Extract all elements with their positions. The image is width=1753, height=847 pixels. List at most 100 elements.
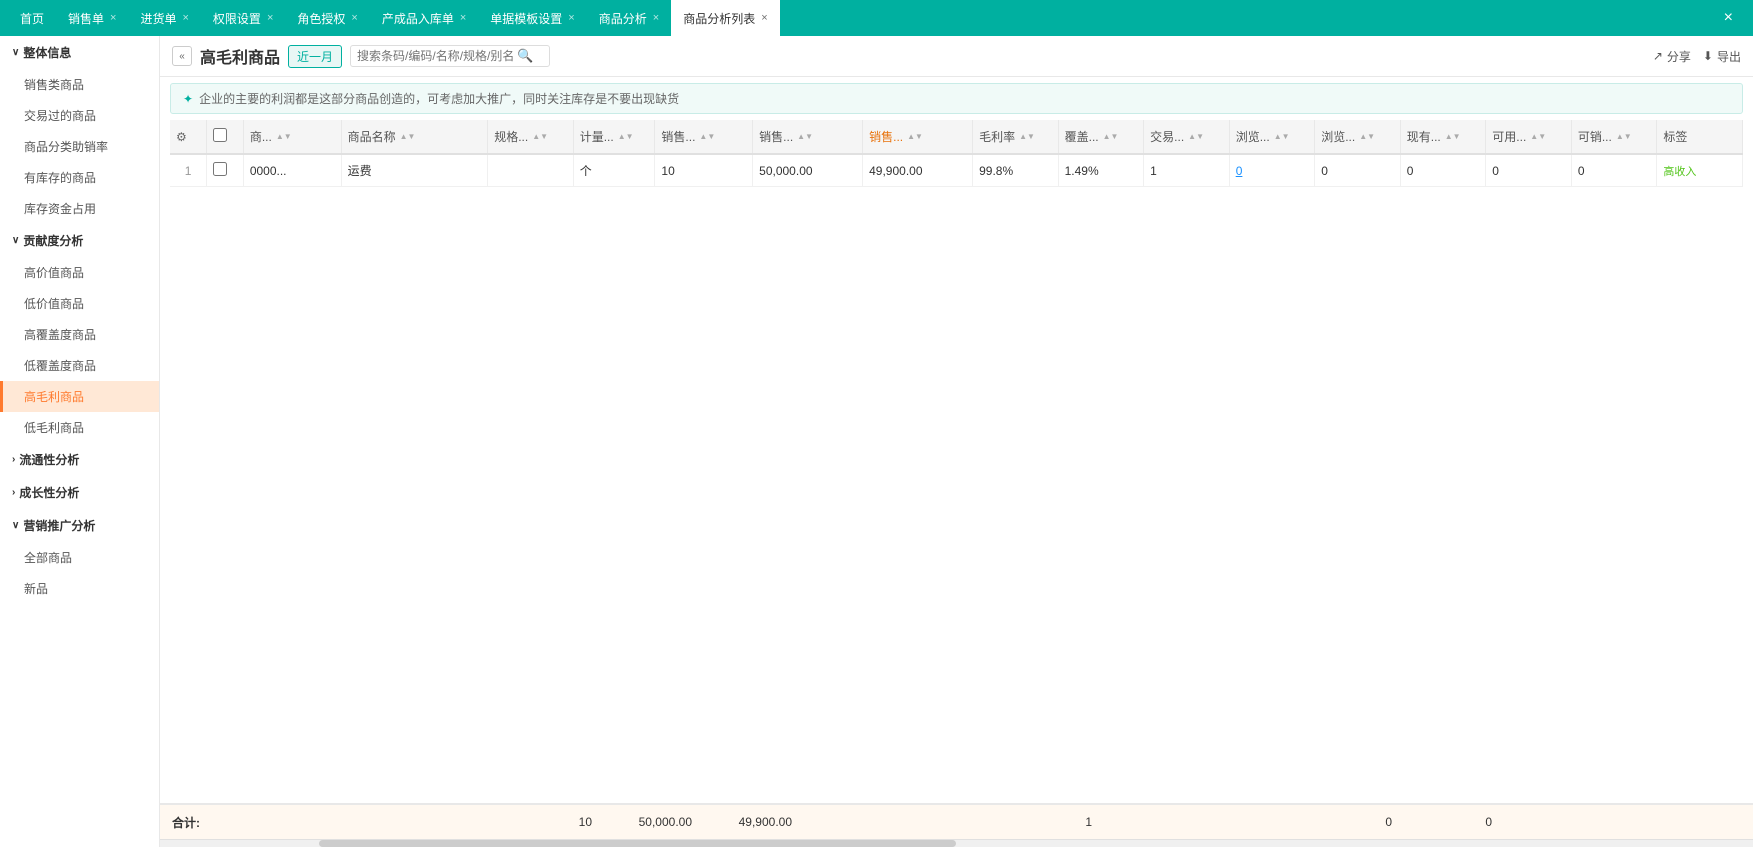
footer-sales-cost: 49,900.00 xyxy=(700,815,800,829)
row-browse2: 0 xyxy=(1315,154,1401,187)
page-title: 高毛利商品 xyxy=(200,44,280,68)
sidebar-item-stocked-goods[interactable]: 有库存的商品 xyxy=(0,162,159,193)
row-checkbox[interactable] xyxy=(213,162,227,176)
footer-trade: 1 xyxy=(1000,815,1100,829)
tab-role[interactable]: 角色授权 × xyxy=(285,0,369,36)
th-available: 可用... ▲▼ xyxy=(1486,120,1572,154)
close-tab-inbound[interactable]: × xyxy=(460,12,466,24)
row-spec xyxy=(488,154,574,187)
arrow-icon-4: › xyxy=(12,487,15,498)
footer-coverage-spacer xyxy=(900,815,1000,829)
close-tab-analysis[interactable]: × xyxy=(653,12,659,24)
sort-arrows-gross-rate[interactable]: ▲▼ xyxy=(1019,133,1035,141)
sort-arrows-sales-cost[interactable]: ▲▼ xyxy=(907,133,923,141)
search-box: 🔍 xyxy=(350,45,550,67)
arrow-icon-2: ∨ xyxy=(12,235,19,246)
sort-arrows-available[interactable]: ▲▼ xyxy=(1530,133,1546,141)
sort-arrows-name[interactable]: ▲▼ xyxy=(400,133,416,141)
tab-home[interactable]: 首页 xyxy=(8,0,56,36)
tab-inbound[interactable]: 产成品入库单 × xyxy=(370,0,478,36)
row-code: 0000... xyxy=(243,154,341,187)
search-icon[interactable]: 🔍 xyxy=(517,48,533,64)
footer-browse1-spacer xyxy=(1100,815,1200,829)
table-row: 1 0000... 运费 个 10 50,000.00 49,900.00 99 xyxy=(170,154,1743,187)
sidebar-item-traded-goods[interactable]: 交易过的商品 xyxy=(0,100,159,131)
sidebar-item-high-value[interactable]: 高价值商品 xyxy=(0,257,159,288)
sidebar-group-growth[interactable]: › 成长性分析 xyxy=(0,476,159,509)
sidebar-item-low-coverage[interactable]: 低覆盖度商品 xyxy=(0,350,159,381)
th-code: 商... ▲▼ xyxy=(243,120,341,154)
tab-analysis[interactable]: 商品分析 × xyxy=(587,0,671,36)
sidebar-item-high-coverage[interactable]: 高覆盖度商品 xyxy=(0,319,159,350)
footer-current-stock: 0 xyxy=(1300,815,1400,829)
sidebar-group-marketing[interactable]: ∨ 营销推广分析 xyxy=(0,509,159,542)
footer-spacer xyxy=(220,815,500,829)
search-input[interactable] xyxy=(357,49,517,63)
row-browse1[interactable]: 0 xyxy=(1229,154,1315,187)
sort-arrows-current-stock[interactable]: ▲▼ xyxy=(1445,133,1461,141)
th-browse1: 浏览... ▲▼ xyxy=(1229,120,1315,154)
close-tab-role[interactable]: × xyxy=(351,12,357,24)
app-container: 首页 销售单 × 进货单 × 权限设置 × 角色授权 × 产成品入库单 × 单据… xyxy=(0,0,1753,847)
period-btn-month[interactable]: 近一月 xyxy=(288,45,342,68)
th-sales-cost: 销售... ▲▼ xyxy=(863,120,973,154)
th-trade: 交易... ▲▼ xyxy=(1144,120,1230,154)
sidebar-group-overall[interactable]: ∨ 整体信息 xyxy=(0,36,159,69)
sidebar-item-category-rate[interactable]: 商品分类助销率 xyxy=(0,131,159,162)
row-coverage: 1.49% xyxy=(1058,154,1144,187)
footer-browse2-spacer xyxy=(1200,815,1300,829)
close-tab-permission[interactable]: × xyxy=(267,12,273,24)
row-current-stock: 0 xyxy=(1400,154,1486,187)
settings-icon[interactable]: ⚙ xyxy=(176,130,187,144)
footer-values: 10 50,000.00 49,900.00 1 0 0 xyxy=(220,815,1500,829)
sidebar-item-all-goods[interactable]: 全部商品 xyxy=(0,542,159,573)
sort-arrows-sales-amount[interactable]: ▲▼ xyxy=(797,133,813,141)
sidebar-item-stock-capital[interactable]: 库存资金占用 xyxy=(0,193,159,224)
sort-arrows-sales-qty[interactable]: ▲▼ xyxy=(699,133,715,141)
close-tab-purchase[interactable]: × xyxy=(182,12,188,24)
sort-arrows-coverage[interactable]: ▲▼ xyxy=(1103,133,1119,141)
sort-arrows-unit[interactable]: ▲▼ xyxy=(618,133,634,141)
main-layout: ∨ 整体信息 销售类商品 交易过的商品 商品分类助销率 有库存的商品 库存资金占… xyxy=(0,36,1753,847)
sort-arrows-spec[interactable]: ▲▼ xyxy=(532,133,548,141)
tip-text: 企业的主要的利润都是这部分商品创造的，可考虑加大推广，同时关注库存是不要出现缺货 xyxy=(199,90,679,107)
footer-label: 合计: xyxy=(172,814,200,831)
footer-row: 合计: 10 50,000.00 49,900.00 1 0 0 xyxy=(160,803,1753,839)
sidebar-item-sales-goods[interactable]: 销售类商品 xyxy=(0,69,159,100)
footer-sales-amount: 50,000.00 xyxy=(600,815,700,829)
tab-template[interactable]: 单据模板设置 × xyxy=(478,0,586,36)
th-gross-rate: 毛利率 ▲▼ xyxy=(973,120,1059,154)
sort-arrows-trade[interactable]: ▲▼ xyxy=(1188,133,1204,141)
close-tab-template[interactable]: × xyxy=(568,12,574,24)
th-spec: 规格... ▲▼ xyxy=(488,120,574,154)
sidebar-group-contribution[interactable]: ∨ 贡献度分析 xyxy=(0,224,159,257)
sidebar-group-liquidity[interactable]: › 流通性分析 xyxy=(0,443,159,476)
sort-arrows-browse1[interactable]: ▲▼ xyxy=(1274,133,1290,141)
export-button[interactable]: ⬇ 导出 xyxy=(1703,48,1741,65)
share-button[interactable]: ↗ 分享 xyxy=(1653,48,1691,65)
footer-available: 0 xyxy=(1400,815,1500,829)
sort-arrows-sellable[interactable]: ▲▼ xyxy=(1616,133,1632,141)
tab-sales[interactable]: 销售单 × xyxy=(56,0,128,36)
collapse-sidebar-button[interactable]: « xyxy=(172,46,192,66)
tab-analysis-list[interactable]: 商品分析列表 × xyxy=(671,0,779,36)
tab-permission[interactable]: 权限设置 × xyxy=(201,0,285,36)
content-area: « 高毛利商品 近一月 🔍 ↗ 分享 ⬇ 导出 xyxy=(160,36,1753,847)
close-tab-sales[interactable]: × xyxy=(110,12,116,24)
sidebar-item-new-goods[interactable]: 新品 xyxy=(0,573,159,604)
arrow-icon-3: › xyxy=(12,454,15,465)
sidebar-item-high-margin[interactable]: 高毛利商品 xyxy=(0,381,159,412)
sort-arrows-code[interactable]: ▲▼ xyxy=(276,133,292,141)
arrow-icon: ∨ xyxy=(12,47,19,58)
table-container[interactable]: ⚙ 商... ▲▼ xyxy=(160,120,1753,803)
sidebar-item-low-value[interactable]: 低价值商品 xyxy=(0,288,159,319)
window-close-button[interactable]: × xyxy=(1712,9,1745,27)
arrow-icon-5: ∨ xyxy=(12,520,19,531)
sort-arrows-browse2[interactable]: ▲▼ xyxy=(1359,133,1375,141)
select-all-checkbox[interactable] xyxy=(213,128,227,142)
th-sales-qty: 销售... ▲▼ xyxy=(655,120,753,154)
close-tab-analysis-list[interactable]: × xyxy=(761,12,767,24)
tab-purchase[interactable]: 进货单 × xyxy=(128,0,200,36)
horizontal-scrollbar[interactable] xyxy=(160,839,1753,847)
sidebar-item-low-margin[interactable]: 低毛利商品 xyxy=(0,412,159,443)
